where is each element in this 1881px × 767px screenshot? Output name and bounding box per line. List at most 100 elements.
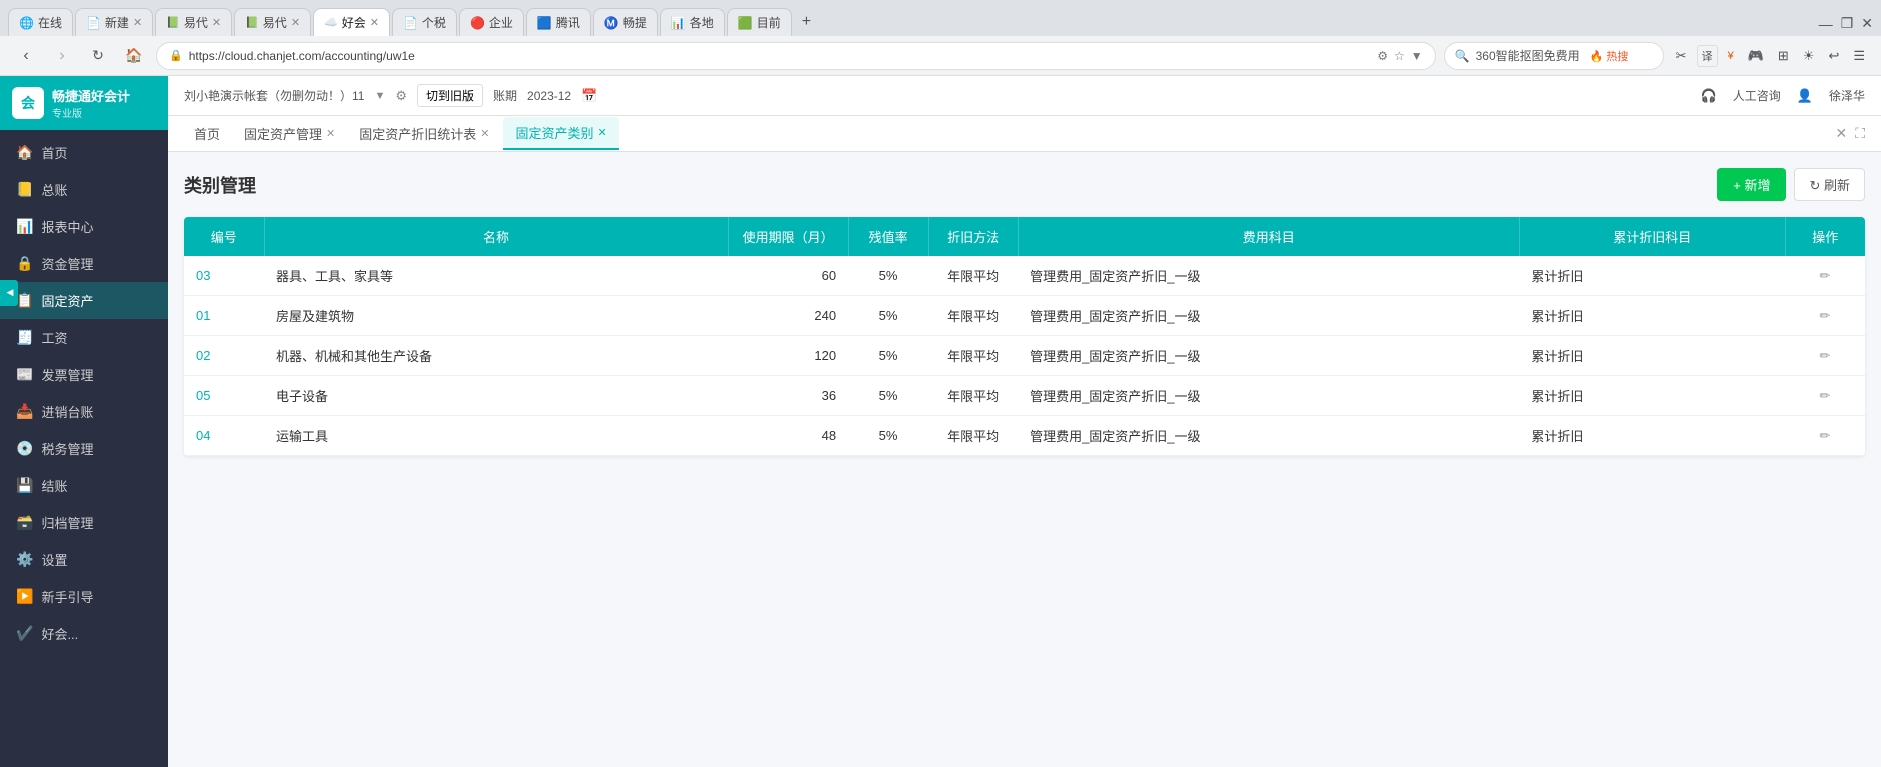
hot-label: 🔥 热搜 bbox=[1590, 48, 1629, 64]
table-body: 03 器具、工具、家具等 60 5% 年限平均 管理费用_固定资产折旧_一级 累… bbox=[184, 256, 1865, 456]
close-tab-assets-mgmt[interactable]: ✕ bbox=[326, 127, 335, 140]
home-button[interactable]: 🏠 bbox=[120, 42, 148, 70]
sidebar-item-guide[interactable]: ▶️ 新手引导 bbox=[0, 578, 168, 615]
expand-window-icon[interactable]: ⛶ bbox=[1855, 125, 1865, 142]
search-bar[interactable]: 🔍 360智能抠图免费用 🔥 热搜 bbox=[1444, 42, 1664, 70]
row-expense: 管理费用_固定资产折旧_一级 bbox=[1018, 416, 1519, 456]
tax-icon: 💿 bbox=[16, 440, 33, 457]
table-row: 01 房屋及建筑物 240 5% 年限平均 管理费用_固定资产折旧_一级 累计折… bbox=[184, 296, 1865, 336]
tab-tencent[interactable]: 🟦腾讯 bbox=[526, 8, 591, 36]
add-button[interactable]: + 新增 bbox=[1717, 168, 1786, 201]
consult-icon[interactable]: 🎧 bbox=[1701, 88, 1717, 104]
account-expand-icon[interactable]: ▼ bbox=[374, 90, 385, 102]
sidebar-item-inout[interactable]: 📥 进销台账 bbox=[0, 393, 168, 430]
row-edit[interactable]: ✏ bbox=[1785, 256, 1865, 296]
row-code: 05 bbox=[184, 376, 264, 416]
grid-icon[interactable]: ⊞ bbox=[1774, 46, 1793, 66]
sidebar-item-invoices[interactable]: 📰 发票管理 bbox=[0, 356, 168, 393]
page-tab-assets-mgmt[interactable]: 固定资产管理 ✕ bbox=[234, 118, 345, 149]
row-edit[interactable]: ✏ bbox=[1785, 336, 1865, 376]
page-tab-category-label: 固定资产类别 bbox=[515, 123, 593, 142]
row-period: 48 bbox=[728, 416, 848, 456]
translate-icon[interactable]: 译 bbox=[1697, 45, 1718, 67]
sidebar-item-salary[interactable]: 🧾 工资 bbox=[0, 319, 168, 356]
tab-new[interactable]: 📄新建✕ bbox=[75, 8, 153, 36]
tab-yidai1[interactable]: 📗易代✕ bbox=[155, 8, 232, 36]
minimize-button[interactable]: — bbox=[1819, 16, 1833, 32]
col-method: 折旧方法 bbox=[928, 217, 1018, 256]
forward-button[interactable]: › bbox=[48, 42, 76, 70]
account-settings-icon[interactable]: ⚙ bbox=[395, 88, 407, 104]
col-name: 名称 bbox=[264, 217, 728, 256]
sidebar-item-tax[interactable]: 💿 税务管理 bbox=[0, 430, 168, 467]
sidebar-haohui-label: 好会... bbox=[41, 624, 78, 643]
close-window-icon[interactable]: ✕ bbox=[1835, 125, 1847, 142]
row-residual: 5% bbox=[848, 376, 928, 416]
row-expense: 管理费用_固定资产折旧_一级 bbox=[1018, 296, 1519, 336]
sidebar-item-archive[interactable]: 🗃️ 归档管理 bbox=[0, 504, 168, 541]
page-tab-home[interactable]: 首页 bbox=[184, 118, 230, 149]
close-tab-category[interactable]: ✕ bbox=[598, 126, 607, 139]
expand-icon[interactable]: ▼ bbox=[1411, 49, 1423, 63]
bookmark-icon[interactable]: ☆ bbox=[1394, 49, 1405, 63]
category-table: 编号 名称 使用期限（月） 残值率 折旧方法 费用科目 累计折旧科目 操作 03… bbox=[184, 217, 1865, 456]
calendar-icon[interactable]: 📅 bbox=[581, 88, 597, 104]
archive-icon: 🗃️ bbox=[16, 514, 33, 531]
row-code: 03 bbox=[184, 256, 264, 296]
row-edit[interactable]: ✏ bbox=[1785, 416, 1865, 456]
section-actions: + 新增 ↻ 刷新 bbox=[1717, 168, 1865, 201]
page-body: 类别管理 + 新增 ↻ 刷新 编号 名称 使用期限（月） 残值率 折旧方法 费用… bbox=[168, 152, 1881, 767]
salary-icon: 🧾 bbox=[16, 329, 33, 346]
undo-icon[interactable]: ↩ bbox=[1824, 46, 1843, 66]
sidebar-item-home[interactable]: 🏠 首页 bbox=[0, 134, 168, 171]
row-accumulated: 累计折旧 bbox=[1519, 336, 1785, 376]
row-accumulated: 累计折旧 bbox=[1519, 376, 1785, 416]
close-button[interactable]: ✕ bbox=[1861, 15, 1873, 32]
close-tab-depreciation[interactable]: ✕ bbox=[480, 127, 489, 140]
menu-icon[interactable]: ☰ bbox=[1849, 46, 1869, 66]
new-tab-button[interactable]: + bbox=[794, 8, 819, 36]
row-accumulated: 累计折旧 bbox=[1519, 416, 1785, 456]
tab-haohui[interactable]: ☁️好会✕ bbox=[313, 8, 390, 36]
sidebar-item-assets[interactable]: 📋 固定资产 bbox=[0, 282, 168, 319]
sidebar-item-reports[interactable]: 📊 报表中心 bbox=[0, 208, 168, 245]
refresh-button[interactable]: ↻ 刷新 bbox=[1794, 168, 1865, 201]
sidebar-item-ledger[interactable]: 📒 总账 bbox=[0, 171, 168, 208]
sidebar-guide-label: 新手引导 bbox=[41, 587, 93, 606]
inout-icon: 📥 bbox=[16, 403, 33, 420]
tab-changtui[interactable]: Ⓜ️畅提 bbox=[593, 8, 658, 36]
address-bar[interactable]: 🔒 https://cloud.chanjet.com/accounting/u… bbox=[156, 42, 1436, 70]
game-icon[interactable]: 🎮 bbox=[1744, 46, 1768, 66]
yuan-icon[interactable]: ¥ bbox=[1724, 48, 1738, 64]
sidebar-item-settings[interactable]: ⚙️ 设置 bbox=[0, 541, 168, 578]
row-edit[interactable]: ✏ bbox=[1785, 376, 1865, 416]
sidebar-item-funds[interactable]: 🔒 资金管理 bbox=[0, 245, 168, 282]
sidebar-ledger-label: 总账 bbox=[41, 180, 67, 199]
sidebar-item-haohui[interactable]: ✔️ 好会... bbox=[0, 615, 168, 652]
back-button[interactable]: ‹ bbox=[12, 42, 40, 70]
cut-icon[interactable]: ✂ bbox=[1672, 46, 1691, 66]
sidebar-salary-label: 工资 bbox=[41, 328, 67, 347]
row-edit[interactable]: ✏ bbox=[1785, 296, 1865, 336]
edge-btn-1[interactable]: ◀ bbox=[0, 280, 18, 306]
sun-icon[interactable]: ☀ bbox=[1799, 46, 1819, 66]
user-avatar-icon[interactable]: 👤 bbox=[1797, 88, 1813, 104]
page-tab-category[interactable]: 固定资产类别 ✕ bbox=[503, 117, 618, 150]
consult-label[interactable]: 人工咨询 bbox=[1733, 87, 1781, 104]
sidebar-item-settle[interactable]: 💾 结账 bbox=[0, 467, 168, 504]
switch-version-button[interactable]: 切到旧版 bbox=[417, 84, 483, 107]
tab-getax[interactable]: 📄个税 bbox=[392, 8, 457, 36]
site-settings-icon[interactable]: ⚙ bbox=[1377, 49, 1388, 63]
page-tab-depreciation-table[interactable]: 固定资产折旧统计表 ✕ bbox=[349, 118, 499, 149]
maximize-button[interactable]: ❐ bbox=[1841, 15, 1854, 32]
tab-zaix[interactable]: 🌐在线 bbox=[8, 8, 73, 36]
tab-yidai2[interactable]: 📗易代✕ bbox=[234, 8, 311, 36]
tab-muqian[interactable]: 🟩目前 bbox=[727, 8, 792, 36]
account-name: 刘小艳演示帐套（勿删勿动！）11 bbox=[184, 87, 364, 104]
tab-enterprise[interactable]: 🔴企业 bbox=[459, 8, 524, 36]
browser-tools: ✂ 译 ¥ 🎮 ⊞ ☀ ↩ ☰ bbox=[1672, 45, 1869, 67]
app-wrapper: ◀ 会 畅捷通好会计 专业版 🏠 首页 📒 总账 📊 报表中心 bbox=[0, 76, 1881, 767]
reload-button[interactable]: ↻ bbox=[84, 42, 112, 70]
logo-version: 专业版 bbox=[52, 105, 130, 120]
tab-gedi[interactable]: 📊各地 bbox=[660, 8, 725, 36]
